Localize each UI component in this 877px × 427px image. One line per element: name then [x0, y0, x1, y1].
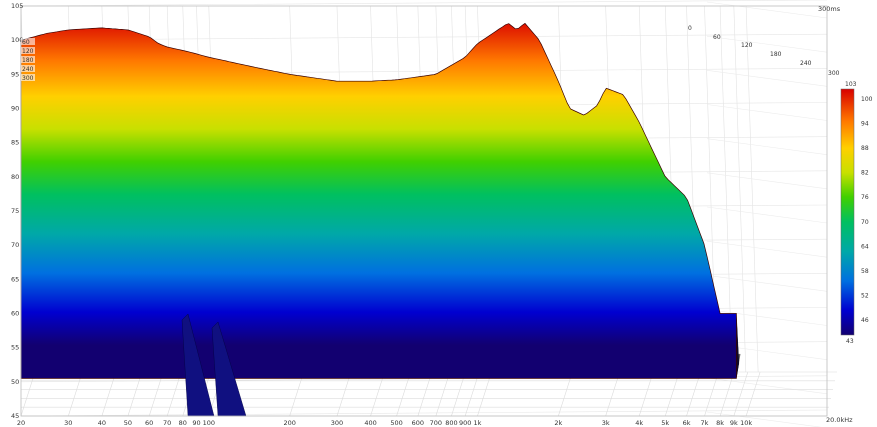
time-tick-label-left: 240: [22, 66, 34, 73]
side-grid-line: [706, 172, 828, 190]
x-tick-label: 1k: [474, 419, 482, 427]
x-tick-label: 600: [412, 419, 424, 427]
chart-svg: 4550556065707580859095100105 20 30 40 50 60 7…: [11, 0, 873, 427]
side-grid-line: [706, 275, 828, 292]
x-axis-ticks: 20 30 40 50 60 70 80 90 100 200 300 400 500 600 700 800…: [17, 419, 753, 427]
time-tick-label-left: 120: [22, 48, 34, 55]
y-tick-label: 90: [11, 105, 19, 113]
color-scale-label: 52: [861, 292, 869, 299]
side-grid-line: [706, 240, 828, 258]
x-tick-label: 40: [98, 419, 106, 427]
color-scale-bottom-label: 43: [846, 338, 854, 345]
y-tick-label: 105: [11, 2, 23, 10]
y-tick-label: 75: [11, 207, 19, 215]
x-tick-label: 9k: [730, 419, 738, 427]
waterfall-surface: [20, 22, 741, 417]
x-tick-label: 80: [179, 419, 187, 427]
y-tick-label: 50: [11, 378, 19, 386]
x-unit-label: 20.0kHz: [826, 416, 853, 424]
x-tick-label: 20: [17, 419, 25, 427]
side-grid-line: [706, 411, 822, 427]
color-scale-label: 70: [861, 219, 869, 226]
x-tick-label: 500: [390, 419, 402, 427]
x-tick-label: 8k: [716, 419, 724, 427]
side-grid-line: [706, 377, 828, 395]
y-tick-label: 55: [11, 344, 19, 352]
time-tick-label: 0: [688, 25, 692, 32]
time-tick-label: 180: [770, 51, 782, 58]
x-tick-label: 100: [203, 419, 215, 427]
time-tick-label: 240: [800, 60, 812, 67]
color-scale-label: 82: [861, 170, 869, 177]
x-tick-label: 70: [163, 419, 171, 427]
x-tick-label: 200: [283, 419, 295, 427]
front-response-slice: [20, 22, 737, 379]
y-tick-label: 95: [11, 70, 19, 78]
x-tick-label: 2k: [554, 419, 562, 427]
y-tick-label: 60: [11, 310, 19, 318]
x-tick-label: 900: [459, 419, 471, 427]
y-tick-label: 70: [11, 241, 19, 249]
back-grid-hline: [20, 0, 828, 7]
time-tick-label-left: 60: [22, 39, 30, 46]
color-scale-bar: [840, 88, 855, 336]
side-grid-line: [706, 206, 828, 224]
x-tick-label: 4k: [635, 419, 643, 427]
color-scale-label: 100: [861, 96, 873, 103]
x-tick-label: 60: [145, 419, 153, 427]
side-grid-line: [706, 35, 828, 53]
time-tick-label: 120: [741, 42, 753, 49]
x-tick-label: 7k: [701, 419, 709, 427]
color-scale-label: 88: [861, 145, 869, 152]
color-scale-label: 58: [861, 268, 869, 275]
floor-grid-line: [745, 371, 761, 417]
color-scale-label: 64: [861, 243, 869, 250]
color-scale-label: 94: [861, 121, 869, 128]
side-grid-line: [706, 70, 828, 87]
y-tick-label: 85: [11, 139, 19, 147]
x-tick-label: 30: [64, 419, 72, 427]
color-scale: 103 43 100 94 88 82 76 70 64 58 52 46: [840, 81, 873, 345]
side-grid-line: [706, 1, 828, 19]
x-tick-label: 10k: [740, 419, 752, 427]
x-tick-label: 5k: [661, 419, 669, 427]
x-tick-label: 50: [124, 419, 132, 427]
time-tick-label: 60: [713, 34, 721, 41]
color-scale-label: 46: [861, 317, 869, 324]
x-tick-label: 6k: [683, 419, 691, 427]
x-tick-label: 400: [364, 419, 376, 427]
back-grid-vline: [745, 5, 759, 373]
y-tick-label: 65: [11, 275, 19, 283]
color-scale-label: 76: [861, 194, 869, 201]
color-scale-top-label: 103: [845, 81, 857, 88]
time-tick-label: 300: [828, 70, 840, 77]
time-unit-label: 300ms: [818, 5, 841, 13]
time-tick-label-left: 300: [22, 75, 34, 82]
y-tick-label: 80: [11, 173, 19, 181]
x-tick-label: 800: [445, 419, 457, 427]
x-tick-label: 700: [430, 419, 442, 427]
time-tick-label-left: 180: [22, 57, 34, 64]
side-grid-line: [706, 104, 828, 121]
waterfall-chart: 45 50 55 60 65 70 75 80 85 90 95 100 105 20 30 40 50 60 7…: [0, 0, 877, 427]
x-tick-label: 3k: [602, 419, 610, 427]
x-tick-label: 90: [192, 419, 200, 427]
x-tick-label: 300: [331, 419, 343, 427]
